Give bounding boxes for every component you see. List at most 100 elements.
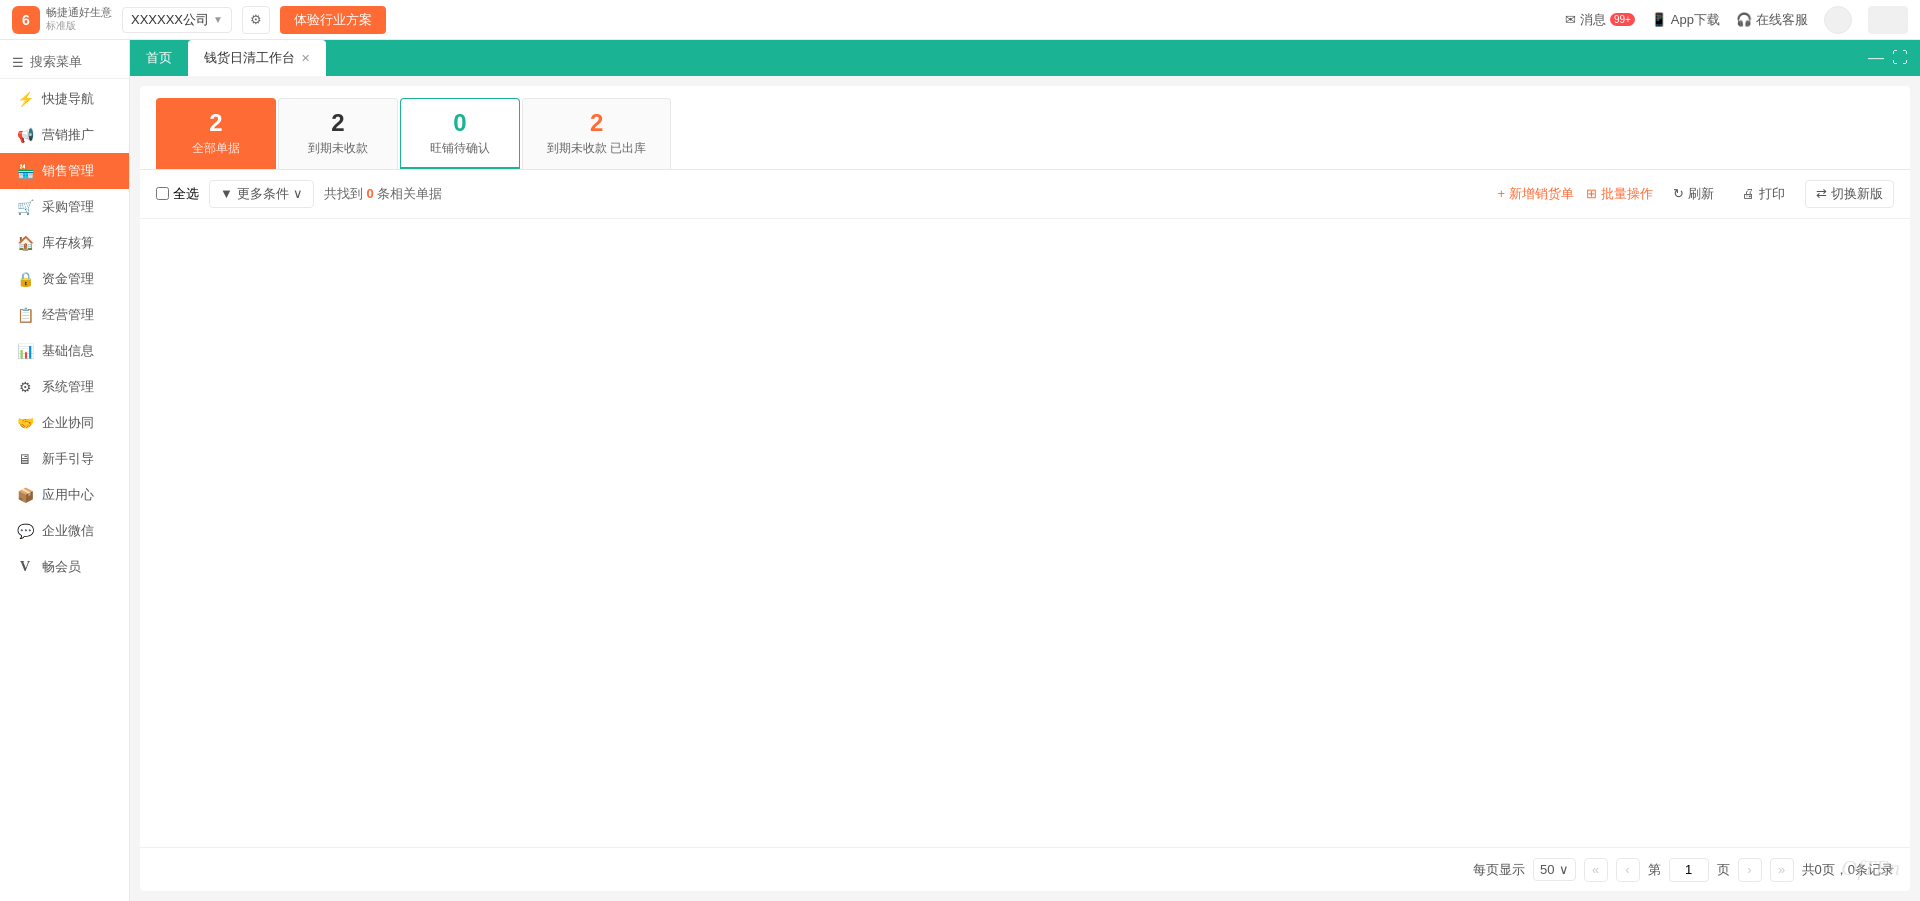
sidebar-label-purchase: 采购管理 [42,198,94,216]
sidebar-item-operations[interactable]: 📋 经营管理 [0,297,129,333]
online-service-button[interactable]: 🎧 在线客服 [1736,11,1808,29]
tab-close-icon[interactable]: ✕ [301,52,310,65]
system-icon: ⚙ [16,378,34,396]
page-size-value: 50 [1540,862,1554,877]
app-download-button[interactable]: 📱 App下载 [1651,11,1720,29]
print-button[interactable]: 🖨 打印 [1734,181,1793,207]
stat-tab-all[interactable]: 2 全部单据 [156,98,276,169]
basic-info-icon: 📊 [16,342,34,360]
logo-area: 6 畅捷通好生意 标准版 [12,6,112,34]
nav-tabs: 首页 钱货日清工作台 ✕ — ⛶ [130,40,1920,76]
page-size-chevron: ∨ [1559,862,1569,877]
print-label: 打印 [1759,185,1785,203]
sidebar-label-member: 畅会员 [42,558,81,576]
plus-icon: + [1497,186,1505,201]
sidebar-item-app-center[interactable]: 📦 应用中心 [0,477,129,513]
sidebar-item-enterprise[interactable]: 🤝 企业协同 [0,405,129,441]
sidebar-item-quick-nav[interactable]: ⚡ 快捷导航 [0,81,129,117]
sidebar-item-system[interactable]: ⚙ 系统管理 [0,369,129,405]
select-all-checkbox[interactable]: 全选 [156,185,199,203]
tab-home[interactable]: 首页 [130,40,188,76]
filter-label: 更多条件 [237,185,289,203]
purchase-icon: 🛒 [16,198,34,216]
sidebar-item-purchase[interactable]: 🛒 采购管理 [0,189,129,225]
tab-work-station[interactable]: 钱货日清工作台 ✕ [188,40,326,76]
data-area [140,219,1910,847]
batch-label: 批量操作 [1601,185,1653,203]
app-center-icon: 📦 [16,486,34,504]
per-page-label: 每页显示 [1473,861,1525,879]
footer-pagination: 每页显示 50 ∨ « ‹ 第 页 › » 共0页，0条记录 [140,847,1910,891]
user-menu[interactable] [1868,6,1908,34]
batch-icon: ⊞ [1586,186,1597,201]
checkbox-input[interactable] [156,187,169,200]
settings-button[interactable]: ⚙ [242,6,270,34]
result-count: 0 [367,186,374,201]
wechat-icon: 💬 [16,522,34,540]
sidebar-item-wechat[interactable]: 💬 企业微信 [0,513,129,549]
refresh-icon: ↻ [1673,186,1684,201]
filter-button[interactable]: ▼ 更多条件 ∨ [209,180,314,208]
sidebar-item-inventory[interactable]: 🏠 库存核算 [0,225,129,261]
sidebar-item-member[interactable]: V 畅会员 [0,549,129,585]
stats-tabs: 2 全部单据 2 到期未收款 0 旺铺待确认 2 到期未收款 已出库 [140,86,1910,170]
enterprise-icon: 🤝 [16,414,34,432]
result-text: 共找到 0 条相关单据 [324,185,442,203]
prev-page-button[interactable]: ‹ [1616,858,1640,882]
company-selector[interactable]: XXXXXX公司 ▼ [122,7,232,33]
stat-tab-wangpu[interactable]: 0 旺铺待确认 [400,98,520,169]
stat-tab-overdue[interactable]: 2 到期未收款 [278,98,398,169]
refresh-button[interactable]: ↻ 刷新 [1665,181,1722,207]
batch-operation-button[interactable]: ⊞ 批量操作 [1586,185,1653,203]
trial-button[interactable]: 体验行业方案 [280,6,386,34]
nav-maximize-icon[interactable]: ⛶ [1892,49,1908,67]
sidebar-item-finance[interactable]: 🔒 资金管理 [0,261,129,297]
page-size-select[interactable]: 50 ∨ [1533,858,1575,881]
logo-icon: 6 [12,6,40,34]
result-prefix: 共找到 [324,186,363,201]
sidebar-menu: ☰ 搜索菜单 ⚡ 快捷导航 📢 营销推广 🏪 销售管理 🛒 采购管理 🏠 库存核… [0,40,129,591]
finance-icon: 🔒 [16,270,34,288]
search-icon: ☰ [12,55,24,70]
sidebar-label-guide: 新手引导 [42,450,94,468]
avatar[interactable] [1824,6,1852,34]
first-page-button[interactable]: « [1584,858,1608,882]
next-page-button[interactable]: › [1738,858,1762,882]
app-version: 标准版 [46,19,112,33]
select-all-label: 全选 [173,185,199,203]
sidebar-item-marketing[interactable]: 📢 营销推广 [0,117,129,153]
logo-text-area: 畅捷通好生意 标准版 [46,6,112,33]
sidebar-item-guide[interactable]: 🖥 新手引导 [0,441,129,477]
message-button[interactable]: ✉ 消息 99+ [1565,11,1635,29]
refresh-label: 刷新 [1688,185,1714,203]
last-page-button[interactable]: » [1770,858,1794,882]
sidebar-item-search[interactable]: ☰ 搜索菜单 [0,46,129,79]
app-icon: 📱 [1651,12,1667,27]
switch-version-button[interactable]: ⇄ 切换新版 [1805,180,1894,208]
main-content: 2 全部单据 2 到期未收款 0 旺铺待确认 2 到期未收款 已出库 全选 [130,76,1920,901]
content-area: 2 全部单据 2 到期未收款 0 旺铺待确认 2 到期未收款 已出库 全选 [140,86,1910,891]
sidebar-item-basic-info[interactable]: 📊 基础信息 [0,333,129,369]
sidebar-label-basic-info: 基础信息 [42,342,94,360]
stat-num-overdue: 2 [303,109,373,138]
app-download-label: App下载 [1671,11,1720,29]
new-order-button[interactable]: + 新增销货单 [1497,185,1574,203]
quick-nav-icon: ⚡ [16,90,34,108]
chevron-down-icon: ▼ [213,14,223,25]
nav-tabs-right: — ⛶ [1868,49,1920,67]
online-service-label: 在线客服 [1756,11,1808,29]
company-name: XXXXXX公司 [131,11,209,29]
nav-minimize-icon[interactable]: — [1868,49,1884,67]
stat-tab-shipped[interactable]: 2 到期未收款 已出库 [522,98,671,169]
sidebar-label-enterprise: 企业协同 [42,414,94,432]
sidebar-label-quick-nav: 快捷导航 [42,90,94,108]
sidebar-item-sales[interactable]: 🏪 销售管理 [0,153,129,189]
header-right: ✉ 消息 99+ 📱 App下载 🎧 在线客服 [1565,6,1908,34]
message-label: 消息 [1580,11,1606,29]
member-icon: V [16,558,34,576]
inventory-icon: 🏠 [16,234,34,252]
page-input[interactable] [1669,858,1709,882]
sidebar-label-operations: 经营管理 [42,306,94,324]
guide-icon: 🖥 [16,450,34,468]
new-order-label: 新增销货单 [1509,185,1574,203]
